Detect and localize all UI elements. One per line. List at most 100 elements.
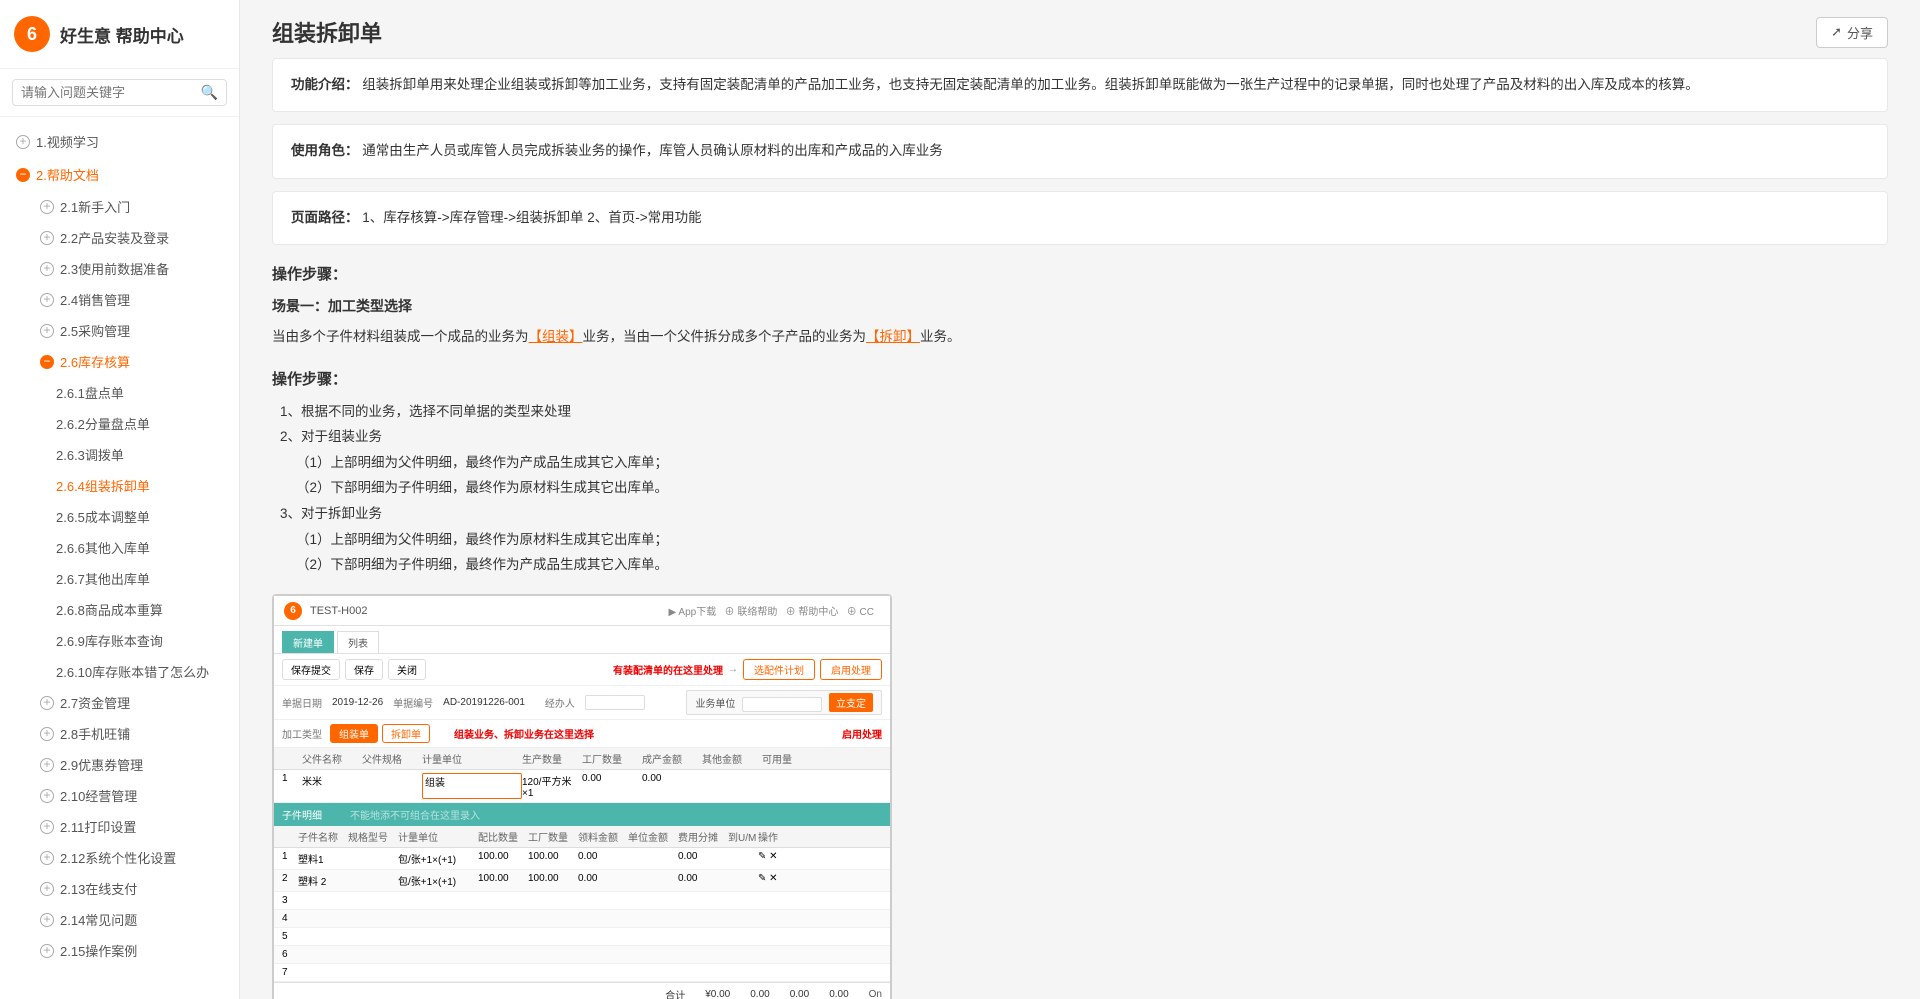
step3-2: （2）下部明细为子件明细，最终作为产成品生成其它入库单。 xyxy=(296,552,1888,578)
mock-order-label: 单据编号 xyxy=(393,695,433,710)
sidebar-item-assembly[interactable]: 2.6.4组装拆卸单 xyxy=(0,470,239,501)
sidebar-item-video[interactable]: + 1.视频学习 xyxy=(0,125,239,158)
mock-lower-row-5: 5 xyxy=(274,928,890,946)
mock-uth-3: 计量单位 xyxy=(422,751,522,766)
sidebar-item-ledgererr[interactable]: 2.6.10库存账本错了怎么办 xyxy=(0,656,239,687)
mock-nav: 新建单 列表 xyxy=(274,626,890,654)
mock-tab-new[interactable]: 新建单 xyxy=(282,631,334,653)
mock-topbar-id: TEST-H002 xyxy=(310,605,367,617)
expand-icon-custom: + xyxy=(40,851,54,865)
sidebar-item-costrecalc[interactable]: 2.6.8商品成本重算 xyxy=(0,594,239,625)
mock-process-annotation: 有装配清单的在这里处理 xyxy=(613,662,723,677)
nav-tree: + 1.视频学习 − 2.帮助文档 + 2.1新手入门 + 2.2产品安装及登录… xyxy=(0,117,239,974)
sidebar-item-stocktake[interactable]: 2.6.1盘点单 xyxy=(0,377,239,408)
mock-biz-input[interactable] xyxy=(742,697,822,712)
search-input[interactable] xyxy=(21,85,201,100)
mock-uth-4: 生产数量 xyxy=(522,751,582,766)
mock-btn-close[interactable]: 关闭 xyxy=(388,659,426,680)
sidebar-item-ops[interactable]: + 2.10经营管理 xyxy=(0,780,239,811)
function-intro-text: 组装拆卸单用来处理企业组装或拆卸等加工业务，支持有固定装配清单的产品加工业务，也… xyxy=(362,77,1699,92)
mock-enable-annotation: 启用处理 xyxy=(842,726,882,741)
mock-btn-save-submit[interactable]: 保存提交 xyxy=(282,659,340,680)
main-content: 组装 拆卸单 ➚ 分享 功能介绍： 组装拆卸单用来处理企业组装或拆卸等加工业务，支… xyxy=(240,0,1920,999)
mock-btn-save[interactable]: 保存 xyxy=(345,659,383,680)
mock-footer: 合计 ¥0.00 0.00 0.00 0.00 On xyxy=(274,982,890,999)
sidebar-item-capital[interactable]: + 2.7资金管理 xyxy=(0,687,239,718)
assembly-link[interactable]: 【组装】 xyxy=(529,329,583,344)
mock-footer-right: On xyxy=(869,989,882,999)
mock-tab-list[interactable]: 列表 xyxy=(337,631,379,653)
sidebar-item-data[interactable]: + 2.3使用前数据准备 xyxy=(0,253,239,284)
sidebar-item-install[interactable]: + 2.2产品安装及登录 xyxy=(0,222,239,253)
sidebar-label-docs: 2.帮助文档 xyxy=(36,165,99,184)
sidebar-label-video: 1.视频学习 xyxy=(36,132,99,151)
disassembly-link[interactable]: 【拆卸】 xyxy=(866,329,920,344)
search-box[interactable]: 🔍 xyxy=(12,79,227,106)
step1: 1、根据不同的业务，选择不同单据的类型来处理 xyxy=(280,399,1888,425)
sidebar-item-mobile[interactable]: + 2.8手机旺铺 xyxy=(0,718,239,749)
mock-uth-2: 父件规格 xyxy=(362,751,422,766)
sidebar-item-transfer[interactable]: 2.6.3调拨单 xyxy=(0,439,239,470)
sidebar-item-sales[interactable]: + 2.4销售管理 xyxy=(0,284,239,315)
sidebar: 6 好生意 帮助中心 🔍 + 1.视频学习 − 2.帮助文档 + 2.1新手入门… xyxy=(0,0,240,999)
expand-icon-faq: + xyxy=(40,913,54,927)
mock-type-toggle: 组装单 拆卸单 xyxy=(330,724,430,743)
expand-icon-print: + xyxy=(40,820,54,834)
expand-icon-video: + xyxy=(16,135,30,149)
expand-icon-docs: − xyxy=(16,168,30,182)
mock-uth-6: 成产金额 xyxy=(642,751,702,766)
sidebar-item-docs[interactable]: − 2.帮助文档 xyxy=(0,158,239,191)
sidebar-item-custom[interactable]: + 2.12系统个性化设置 xyxy=(0,842,239,873)
mock-select-plan-btn[interactable]: 选配件计划 xyxy=(743,659,815,680)
mock-arrow-right: → xyxy=(728,664,738,675)
mock-type-disassembly[interactable]: 拆卸单 xyxy=(382,724,430,743)
mock-right-field: 业务单位 立支定 xyxy=(686,690,882,715)
mock-uth-7: 其他金额 xyxy=(702,751,762,766)
expand-icon-ops: + xyxy=(40,789,54,803)
mock-footer-v2: 0.00 xyxy=(750,989,769,999)
mock-topbar-icons: ▶ App下载 ⊕ 联络帮助 ⊕ 帮助中心 ⊕ CC xyxy=(669,603,875,618)
logo-area: 6 好生意 帮助中心 xyxy=(0,0,239,69)
mock-uth-1: 父件名称 xyxy=(302,751,362,766)
sidebar-item-purchase[interactable]: + 2.5采购管理 xyxy=(0,315,239,346)
steps-label: 操作步骤： xyxy=(272,368,1888,389)
sidebar-sub-docs: + 2.1新手入门 + 2.2产品安装及登录 + 2.3使用前数据准备 + 2.… xyxy=(0,191,239,966)
sidebar-label-inventory: 2.6库存核算 xyxy=(60,352,130,371)
sidebar-item-newcomer[interactable]: + 2.1新手入门 xyxy=(0,191,239,222)
path-label: 页面路径： xyxy=(291,210,359,225)
mock-assembly-annotation: 组装业务、拆卸业务在这里选择 xyxy=(454,726,594,741)
mock-footer-total-label: 合计 xyxy=(665,987,685,999)
sidebar-item-partial[interactable]: 2.6.2分量盘点单 xyxy=(0,408,239,439)
sidebar-item-print[interactable]: + 2.11打印设置 xyxy=(0,811,239,842)
mock-type-assembly[interactable]: 组装单 xyxy=(330,724,378,743)
sidebar-item-inventory[interactable]: − 2.6库存核算 xyxy=(0,346,239,377)
mock-confirm-btn[interactable]: 立支定 xyxy=(829,693,873,712)
mock-right-field-label: 业务单位 xyxy=(695,699,735,710)
mock-upper-unit-input[interactable]: 组装 xyxy=(422,773,522,799)
mock-lower-row-4: 4 xyxy=(274,910,890,928)
sidebar-item-coupon[interactable]: + 2.9优惠券管理 xyxy=(0,749,239,780)
path-text: 1、库存核算->库存管理->组装拆卸单 2、首页->常用功能 xyxy=(362,210,701,225)
mock-lower-table: 子件名称 规格型号 计量单位 配比数量 工厂数量 领料金额 单位金额 费用分摊 … xyxy=(274,826,890,982)
role-text: 通常由生产人员或库管人员完成拆装业务的操作，库管人员确认原材料的出库和产成品的入… xyxy=(362,143,943,158)
sidebar-item-ledger[interactable]: 2.6.9库存账本查询 xyxy=(0,625,239,656)
sidebar-item-costadj[interactable]: 2.6.5成本调整单 xyxy=(0,501,239,532)
share-button[interactable]: ➚ 分享 xyxy=(1816,17,1888,48)
step2-1: （1）上部明细为父件明细，最终作为产成品生成其它入库单； xyxy=(296,450,1888,476)
step3-1: （1）上部明细为父件明细，最终作为原材料生成其它出库单； xyxy=(296,527,1888,553)
sidebar-item-otheroutbound[interactable]: 2.6.7其他出库单 xyxy=(0,563,239,594)
expand-icon-install: + xyxy=(40,231,54,245)
expand-icon-purchase: + xyxy=(40,324,54,338)
sidebar-item-cases[interactable]: + 2.15操作案例 xyxy=(0,935,239,966)
expand-icon-capital: + xyxy=(40,696,54,710)
search-icon[interactable]: 🔍 xyxy=(201,84,218,101)
sidebar-item-faq[interactable]: + 2.14常见问题 xyxy=(0,904,239,935)
expand-icon-payment: + xyxy=(40,882,54,896)
function-intro-label: 功能介绍： xyxy=(291,77,359,92)
sidebar-item-otherinbound[interactable]: 2.6.6其他入库单 xyxy=(0,532,239,563)
sidebar-item-payment[interactable]: + 2.13在线支付 xyxy=(0,873,239,904)
mock-upper-row-1: 1 米米 组装 120/平方米 ×1 0.00 0.00 xyxy=(274,770,890,803)
mock-order-value: AD-20191226-001 xyxy=(443,697,525,708)
mock-people-input[interactable] xyxy=(585,695,645,710)
mock-enable-btn[interactable]: 启用处理 xyxy=(820,659,882,680)
